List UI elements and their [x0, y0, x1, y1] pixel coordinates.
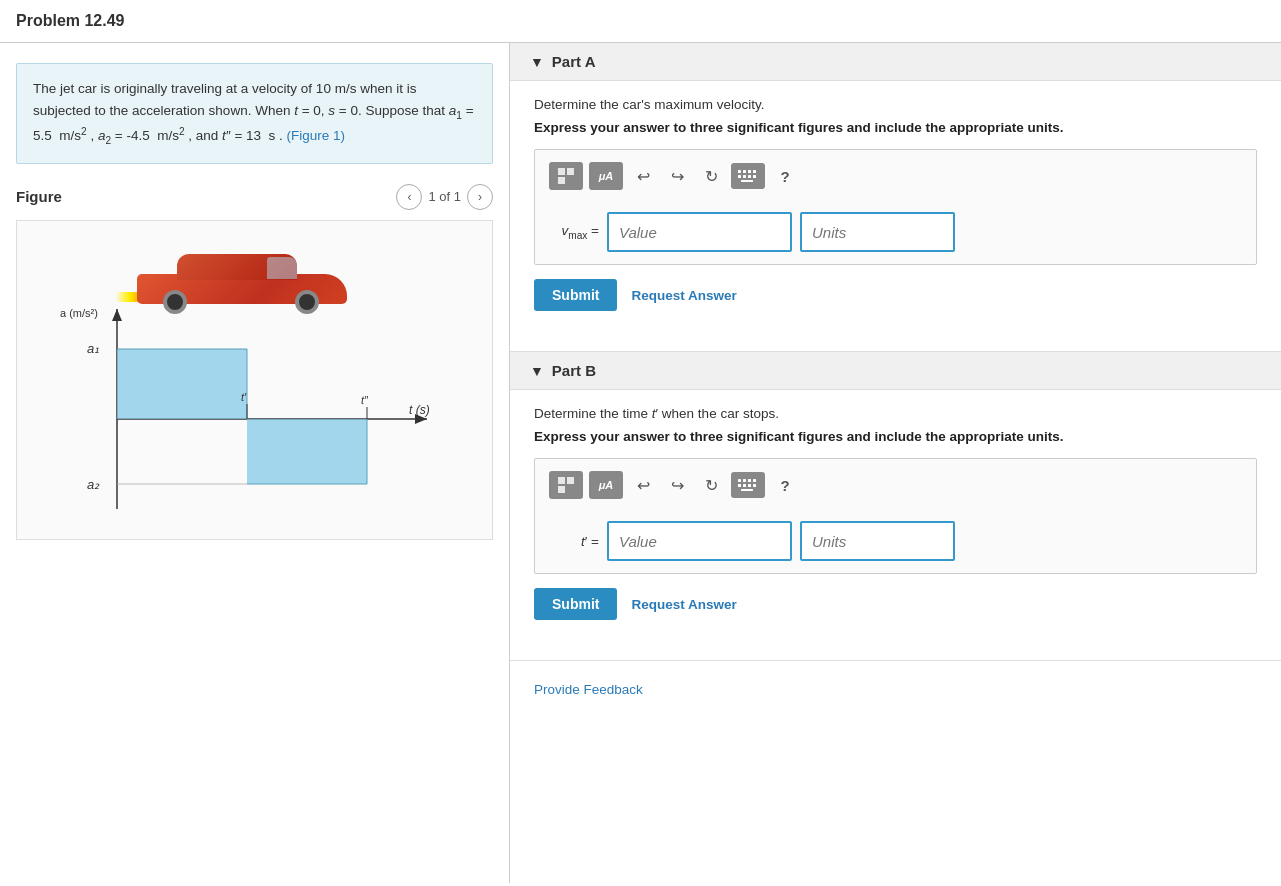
- part-a-toolbar: μΑ ↩ ↪ ↻: [549, 162, 1242, 200]
- part-a-redo-button[interactable]: ↪: [663, 162, 691, 190]
- part-b-answer-box: μΑ ↩ ↪ ↻: [534, 458, 1257, 574]
- part-b-content: Determine the time t′ when the car stops…: [510, 390, 1281, 636]
- main-layout: The jet car is originally traveling at a…: [0, 43, 1281, 883]
- part-b-collapse-arrow[interactable]: ▼: [530, 363, 544, 379]
- part-a-value-input[interactable]: [607, 212, 792, 252]
- svg-rect-21: [558, 177, 565, 184]
- svg-text:t″: t″: [361, 394, 369, 406]
- part-b-input-label: t′ =: [549, 534, 599, 549]
- part-a-units-input[interactable]: [800, 212, 955, 252]
- part-b-request-answer-link[interactable]: Request Answer: [631, 597, 736, 612]
- part-a-header: ▼ Part A: [510, 43, 1281, 81]
- svg-rect-22: [738, 170, 741, 173]
- part-a-collapse-arrow[interactable]: ▼: [530, 54, 544, 70]
- figure-title: Figure: [16, 188, 62, 205]
- part-b-undo-button[interactable]: ↩: [629, 471, 657, 499]
- left-panel: The jet car is originally traveling at a…: [0, 43, 510, 883]
- part-a-description: Determine the car's maximum velocity.: [534, 97, 1257, 112]
- svg-rect-40: [748, 484, 751, 487]
- part-b-value-input[interactable]: [607, 521, 792, 561]
- svg-rect-4: [117, 349, 247, 419]
- page-title: Problem 12.49: [0, 0, 1281, 43]
- provide-feedback-link[interactable]: Provide Feedback: [534, 682, 643, 697]
- part-a-grid-button[interactable]: [549, 162, 583, 190]
- part-a-instruction: Express your answer to three significant…: [534, 120, 1257, 135]
- svg-text:a (m/s²): a (m/s²): [60, 307, 98, 319]
- svg-rect-38: [738, 484, 741, 487]
- svg-rect-35: [743, 479, 746, 482]
- part-b-keyboard-button[interactable]: [731, 472, 765, 498]
- part-a-help-button[interactable]: ?: [771, 162, 799, 190]
- part-a-input-row: vmax =: [549, 212, 1242, 252]
- svg-rect-37: [753, 479, 756, 482]
- svg-rect-42: [741, 489, 753, 491]
- part-a-undo-button[interactable]: ↩: [629, 162, 657, 190]
- part-a-content: Determine the car's maximum velocity. Ex…: [510, 81, 1281, 327]
- figure-prev-button[interactable]: ‹: [396, 184, 422, 210]
- part-a-title: Part A: [552, 53, 596, 70]
- part-b-title: Part B: [552, 362, 596, 379]
- part-b-toolbar: μΑ ↩ ↪ ↻: [549, 471, 1242, 509]
- part-b-grid-button[interactable]: [549, 471, 583, 499]
- part-b-help-button[interactable]: ?: [771, 471, 799, 499]
- part-b-mu-button[interactable]: μΑ: [589, 471, 623, 499]
- svg-rect-28: [748, 175, 751, 178]
- part-a-input-label: vmax =: [549, 223, 599, 241]
- part-b-header: ▼ Part B: [510, 352, 1281, 390]
- graph-container: a₁ a₂ t′ t″ t (s) a (m/s²): [16, 220, 493, 540]
- figure-nav: ‹ 1 of 1 ›: [396, 184, 493, 210]
- svg-rect-19: [558, 168, 565, 175]
- part-a-refresh-button[interactable]: ↻: [697, 162, 725, 190]
- svg-rect-24: [748, 170, 751, 173]
- svg-rect-31: [558, 477, 565, 484]
- part-a-section: ▼ Part A Determine the car's maximum vel…: [510, 43, 1281, 352]
- part-b-instruction: Express your answer to three significant…: [534, 429, 1257, 444]
- problem-text: The jet car is originally traveling at a…: [33, 81, 474, 143]
- svg-rect-39: [743, 484, 746, 487]
- part-a-answer-box: μΑ ↩ ↪ ↻: [534, 149, 1257, 265]
- svg-rect-25: [753, 170, 756, 173]
- part-b-submit-button[interactable]: Submit: [534, 588, 617, 620]
- part-b-refresh-button[interactable]: ↻: [697, 471, 725, 499]
- figure-next-button[interactable]: ›: [467, 184, 493, 210]
- part-b-action-row: Submit Request Answer: [534, 588, 1257, 620]
- svg-text:a₂: a₂: [87, 477, 100, 492]
- part-b-description: Determine the time t′ when the car stops…: [534, 406, 1257, 421]
- part-a-action-row: Submit Request Answer: [534, 279, 1257, 311]
- part-a-mu-button[interactable]: μΑ: [589, 162, 623, 190]
- figure-section: Figure ‹ 1 of 1 ›: [0, 184, 509, 540]
- svg-rect-34: [738, 479, 741, 482]
- svg-rect-32: [567, 477, 574, 484]
- acceleration-chart: a₁ a₂ t′ t″ t (s) a (m/s²): [57, 299, 437, 519]
- svg-rect-29: [753, 175, 756, 178]
- part-a-request-answer-link[interactable]: Request Answer: [631, 288, 736, 303]
- svg-rect-36: [748, 479, 751, 482]
- problem-text-box: The jet car is originally traveling at a…: [16, 63, 493, 164]
- svg-rect-33: [558, 486, 565, 493]
- svg-rect-26: [738, 175, 741, 178]
- svg-rect-23: [743, 170, 746, 173]
- right-panel: ▼ Part A Determine the car's maximum vel…: [510, 43, 1281, 883]
- figure-link[interactable]: (Figure 1): [287, 128, 346, 143]
- svg-rect-27: [743, 175, 746, 178]
- part-a-keyboard-button[interactable]: [731, 163, 765, 189]
- part-b-units-input[interactable]: [800, 521, 955, 561]
- svg-rect-41: [753, 484, 756, 487]
- part-b-section: ▼ Part B Determine the time t′ when the …: [510, 352, 1281, 661]
- part-b-input-row: t′ =: [549, 521, 1242, 561]
- feedback-section: Provide Feedback: [510, 661, 1281, 717]
- figure-header: Figure ‹ 1 of 1 ›: [16, 184, 493, 210]
- windshield: [267, 257, 297, 279]
- svg-marker-2: [112, 309, 122, 321]
- svg-rect-20: [567, 168, 574, 175]
- figure-counter: 1 of 1: [428, 189, 461, 204]
- part-b-redo-button[interactable]: ↪: [663, 471, 691, 499]
- part-a-submit-button[interactable]: Submit: [534, 279, 617, 311]
- svg-rect-7: [247, 419, 367, 484]
- svg-rect-30: [741, 180, 753, 182]
- svg-text:a₁: a₁: [87, 341, 99, 356]
- svg-text:t (s): t (s): [409, 403, 430, 417]
